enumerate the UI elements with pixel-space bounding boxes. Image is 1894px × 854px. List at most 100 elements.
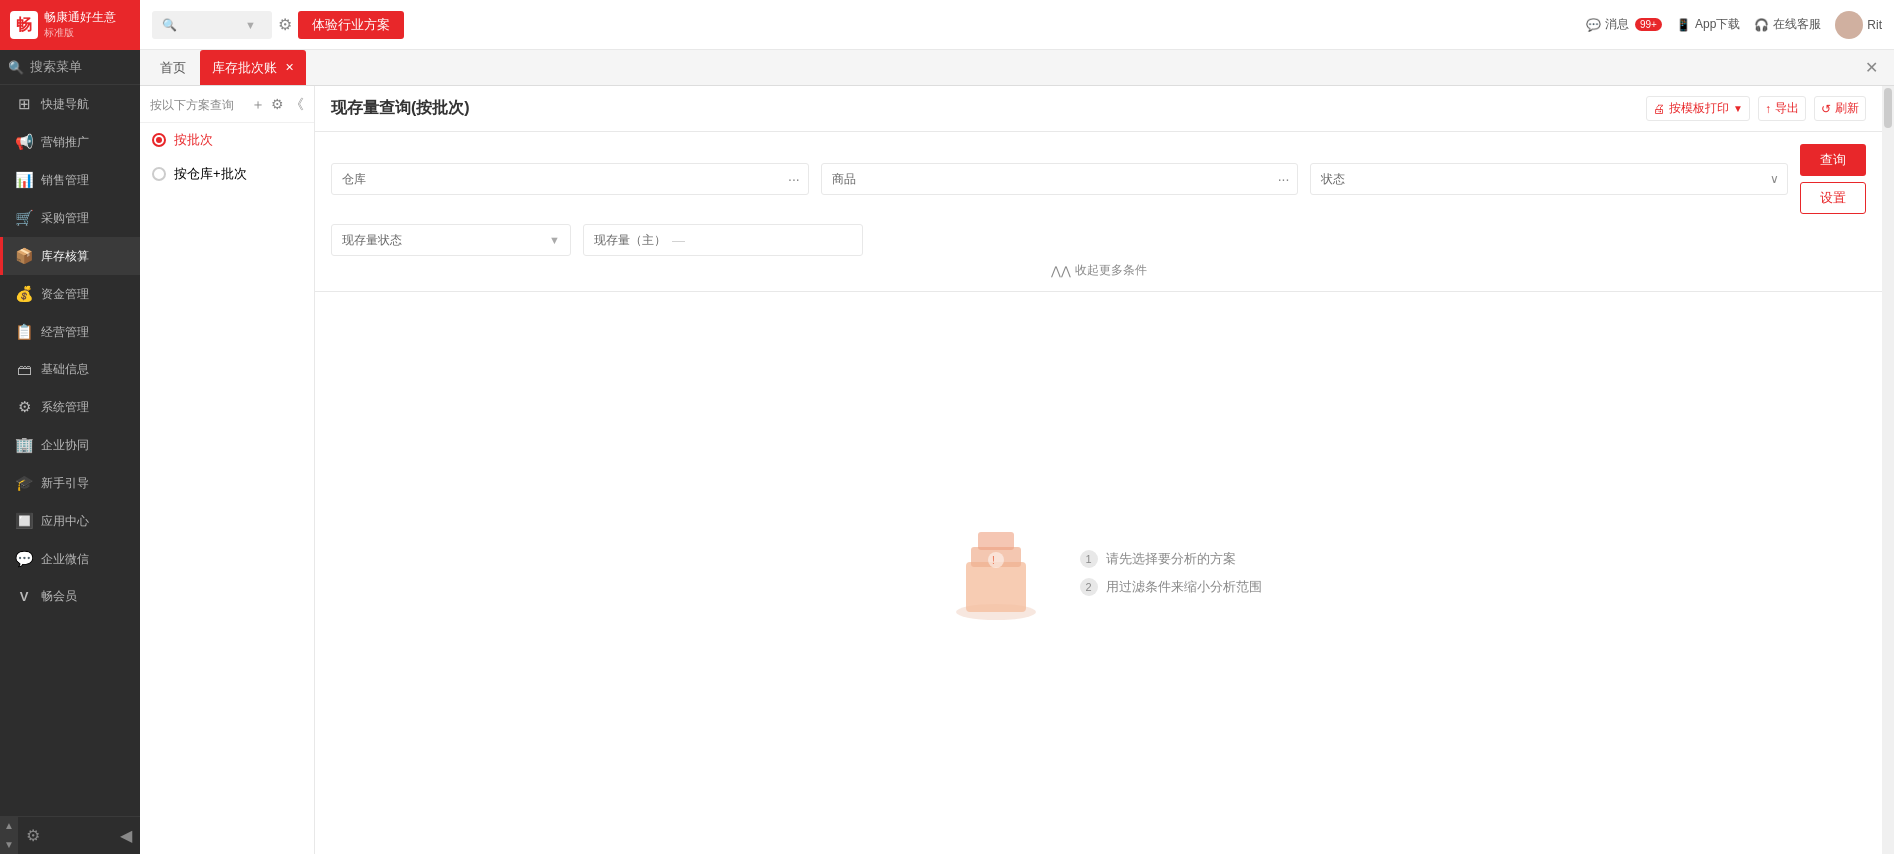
add-scheme-btn[interactable]: ＋ <box>251 96 265 114</box>
warehouse-field[interactable]: 仓库 ··· <box>331 163 809 195</box>
print-dropdown-icon[interactable]: ▼ <box>1733 103 1743 114</box>
scheme-item-label: 按批次 <box>174 131 213 149</box>
inventory-quantity-label: 现存量（主） <box>594 232 666 249</box>
settings-btn[interactable]: 设置 <box>1800 182 1866 214</box>
dropdown-icon[interactable]: ▼ <box>245 19 256 31</box>
product-field[interactable]: 商品 ··· <box>821 163 1299 195</box>
sidebar-item-purchase[interactable]: 🛒 采购管理 <box>0 199 140 237</box>
search-menu-label: 搜索菜单 <box>30 58 82 76</box>
scroll-up-btn[interactable]: ▲ <box>0 816 18 835</box>
vip-icon: V <box>15 589 33 604</box>
print-label: 按模板打印 <box>1669 100 1729 117</box>
topbar-search-box[interactable]: 🔍 ▼ <box>152 11 272 39</box>
app-download-group[interactable]: 📱 App下载 <box>1676 16 1740 33</box>
tip-num-2: 2 <box>1080 578 1098 596</box>
empty-tip-2: 2 用过滤条件来缩小分析范围 <box>1080 578 1262 596</box>
search-menu[interactable]: 🔍 搜索菜单 <box>0 50 140 85</box>
topbar-search-input[interactable] <box>181 18 241 32</box>
sidebar-item-operations[interactable]: 📋 经营管理 <box>0 313 140 351</box>
sidebar-item-marketing[interactable]: 📢 营销推广 <box>0 123 140 161</box>
settings-icon[interactable]: ⚙ <box>26 826 40 845</box>
settings-gear-icon[interactable]: ⚙ <box>278 15 292 34</box>
scroll-down-btn[interactable]: ▼ <box>0 835 18 854</box>
tab-home[interactable]: 首页 <box>148 50 198 85</box>
product-input[interactable] <box>866 172 1270 186</box>
warehouse-input[interactable] <box>376 172 780 186</box>
empty-tip-1: 1 请先选择要分析的方案 <box>1080 550 1262 568</box>
scheme-item-by-warehouse-batch[interactable]: 按仓库+批次 <box>140 157 314 191</box>
query-btn[interactable]: 查询 <box>1800 144 1866 176</box>
sidebar-item-label: 销售管理 <box>41 172 89 189</box>
sidebar-item-inventory[interactable]: 📦 库存核算 <box>0 237 140 275</box>
warehouse-label: 仓库 <box>332 171 376 188</box>
basic-icon: 🗃 <box>15 361 33 378</box>
sidebar-item-label: 营销推广 <box>41 134 89 151</box>
inventory-status-label: 现存量状态 <box>342 232 402 249</box>
app-info: 畅康通好生意 标准版 <box>44 10 116 40</box>
message-icon: 💬 <box>1586 18 1601 32</box>
sidebar-item-newbie[interactable]: 🎓 新手引导 <box>0 464 140 502</box>
sidebar-footer: ⚙ ◀ <box>18 816 140 854</box>
sidebar: 畅 畅康通好生意 标准版 🔍 搜索菜单 ⊞ 快捷导航 📢 营销推广 📊 销售管理… <box>0 0 140 854</box>
tip-text-2: 用过滤条件来缩小分析范围 <box>1106 578 1262 596</box>
user-group[interactable]: Rit <box>1835 11 1882 39</box>
sidebar-item-label: 企业协同 <box>41 437 89 454</box>
messages-label: 消息 <box>1605 16 1629 33</box>
status-arrow[interactable]: ∨ <box>1762 172 1787 186</box>
sidebar-item-basic[interactable]: 🗃 基础信息 <box>0 351 140 388</box>
scrollbar-thumb[interactable] <box>1884 88 1892 128</box>
topbar-left: 🔍 ▼ ⚙ 体验行业方案 <box>152 11 1578 39</box>
sidebar-item-sales[interactable]: 📊 销售管理 <box>0 161 140 199</box>
product-dots-btn[interactable]: ··· <box>1270 171 1298 187</box>
purchase-icon: 🛒 <box>15 209 33 227</box>
status-label: 状态 <box>1311 171 1355 188</box>
apps-icon: 🔲 <box>15 512 33 530</box>
tab-close-btn[interactable]: ✕ <box>285 62 294 73</box>
collapse-filters-btn[interactable]: ⋀⋀ 收起更多条件 <box>331 256 1866 279</box>
svg-rect-1 <box>966 562 1026 612</box>
print-btn[interactable]: 🖨 按模板打印 ▼ <box>1646 96 1750 121</box>
svg-point-4 <box>988 552 1004 568</box>
online-service-label: 在线客服 <box>1773 16 1821 33</box>
tab-inventory-batch[interactable]: 库存批次账 ✕ <box>200 50 306 85</box>
refresh-btn[interactable]: ↺ 刷新 <box>1814 96 1866 121</box>
service-icon: 🎧 <box>1754 18 1769 32</box>
quick-nav-icon: ⊞ <box>15 95 33 113</box>
sidebar-item-system[interactable]: ⚙ 系统管理 <box>0 388 140 426</box>
status-input[interactable] <box>1355 172 1762 186</box>
tabbar: 首页 库存批次账 ✕ ✕ <box>140 50 1894 86</box>
inventory-status-field[interactable]: 现存量状态 ▼ <box>331 224 571 256</box>
messages-badge: 99+ <box>1635 18 1662 31</box>
panel-close-btn[interactable]: ✕ <box>1857 58 1886 77</box>
sales-icon: 📊 <box>15 171 33 189</box>
messages-group[interactable]: 💬 消息 99+ <box>1586 16 1662 33</box>
online-service-group[interactable]: 🎧 在线客服 <box>1754 16 1821 33</box>
collapse-scheme-btn[interactable]: 《 <box>290 96 304 114</box>
sidebar-item-label: 采购管理 <box>41 210 89 227</box>
tab-inventory-batch-label: 库存批次账 <box>212 59 277 77</box>
sidebar-item-enterprise[interactable]: 🏢 企业协同 <box>0 426 140 464</box>
status-field[interactable]: 状态 ∨ <box>1310 163 1788 195</box>
sidebar-item-wechat[interactable]: 💬 企业微信 <box>0 540 140 578</box>
sidebar-item-finance[interactable]: 💰 资金管理 <box>0 275 140 313</box>
sidebar-scroll: ▲ ▼ <box>0 816 18 854</box>
sidebar-item-quick-nav[interactable]: ⊞ 快捷导航 <box>0 85 140 123</box>
settings-scheme-btn[interactable]: ⚙ <box>271 96 284 114</box>
sidebar-item-label: 库存核算 <box>41 248 89 265</box>
search-icon: 🔍 <box>8 60 24 75</box>
sidebar-item-apps[interactable]: 🔲 应用中心 <box>0 502 140 540</box>
right-scrollbar[interactable] <box>1882 86 1894 854</box>
warehouse-dots-btn[interactable]: ··· <box>780 171 808 187</box>
scheme-item-by-batch[interactable]: 按批次 <box>140 123 314 157</box>
product-label: 商品 <box>822 171 866 188</box>
collapse-icon[interactable]: ◀ <box>120 826 132 845</box>
collapse-label: 收起更多条件 <box>1075 262 1147 279</box>
filter-row-1: 仓库 ··· 商品 ··· 状态 ∨ 查询 <box>331 144 1866 214</box>
inventory-quantity-field[interactable]: 现存量（主） — <box>583 224 863 256</box>
app-download-label: App下载 <box>1695 16 1740 33</box>
sidebar-item-label: 快捷导航 <box>41 96 89 113</box>
sidebar-item-vip[interactable]: V 畅会员 <box>0 578 140 615</box>
inventory-status-arrow[interactable]: ▼ <box>549 234 560 246</box>
trial-btn[interactable]: 体验行业方案 <box>298 11 404 39</box>
export-btn[interactable]: ↑ 导出 <box>1758 96 1806 121</box>
